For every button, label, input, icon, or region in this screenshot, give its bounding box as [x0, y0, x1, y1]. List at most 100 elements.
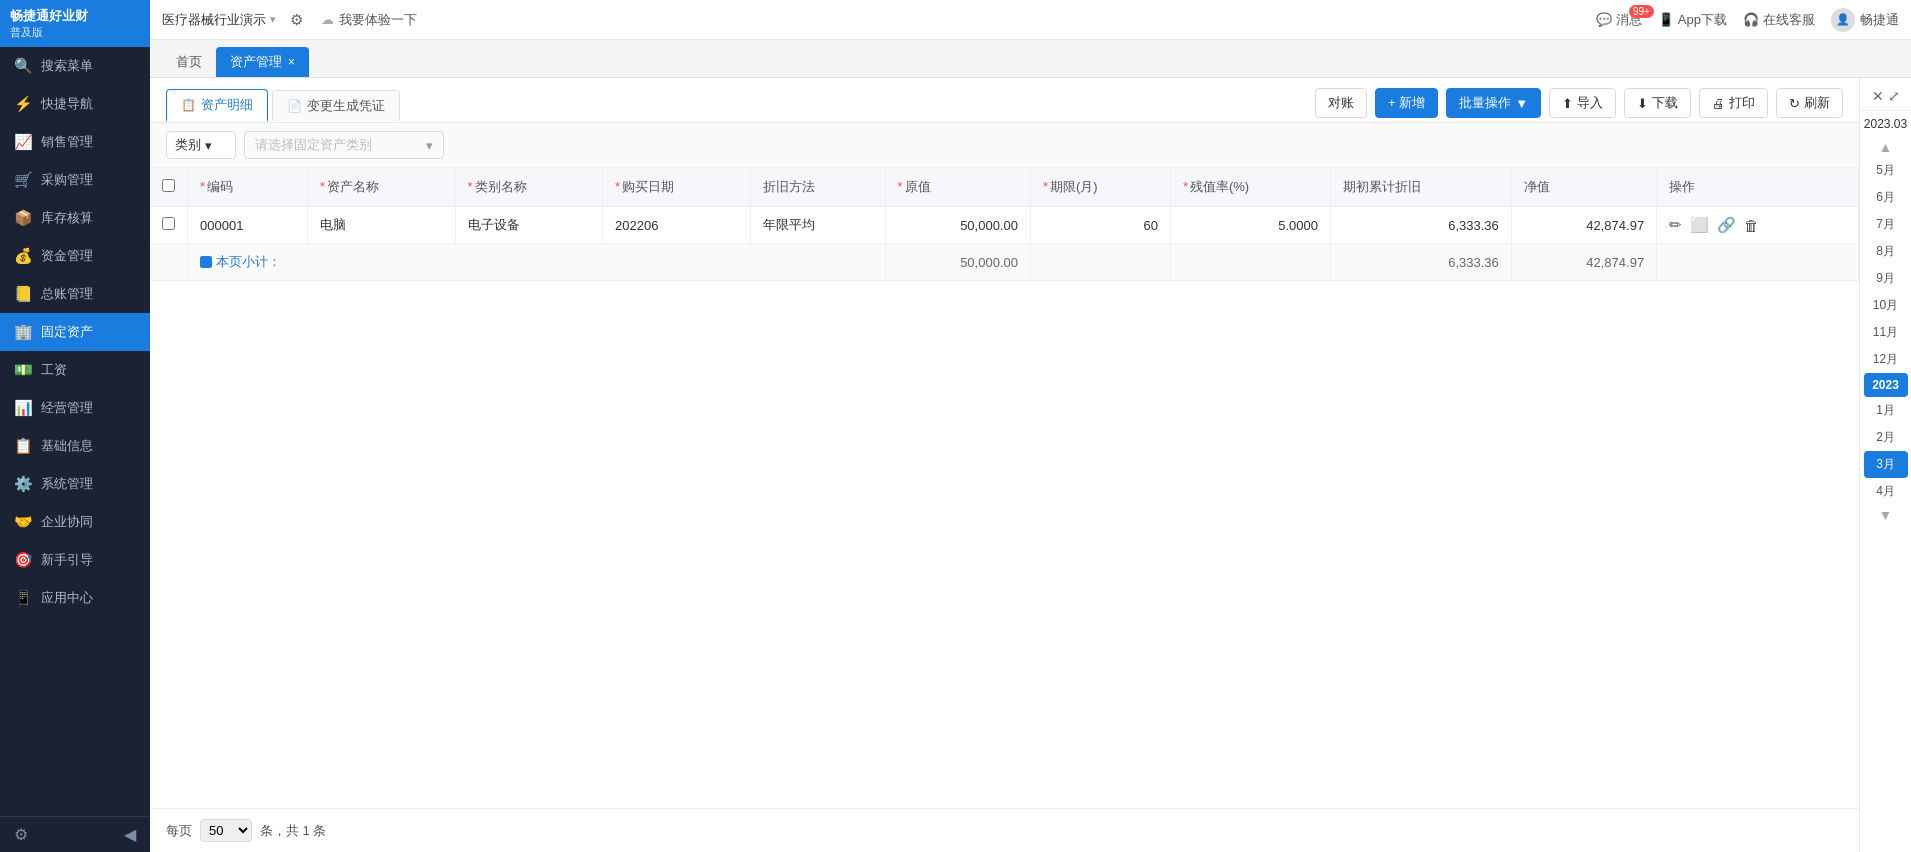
header-depreciation-method: 折旧方法: [750, 168, 885, 207]
month-nav-down-icon[interactable]: ▼: [1877, 505, 1895, 525]
app-download-btn[interactable]: 📱 App下载: [1658, 11, 1727, 29]
row-category: 电子设备: [455, 207, 603, 244]
month-nav-up-icon[interactable]: ▲: [1877, 137, 1895, 157]
sub-tab-change-voucher[interactable]: 📄 变更生成凭证: [272, 90, 400, 121]
header-net-value: 净值: [1511, 168, 1656, 207]
month-item-6[interactable]: 6月: [1864, 184, 1908, 211]
avatar: 👤: [1831, 8, 1855, 32]
sidebar-item-finance[interactable]: 💰 资金管理: [0, 237, 150, 275]
fixed-icon: 🏢: [14, 323, 33, 341]
right-panel-year: 2023.03: [1860, 111, 1911, 137]
quicknav-icon: ⚡: [14, 95, 33, 113]
messages-btn[interactable]: 💬 消息 99+: [1596, 11, 1642, 29]
sidebar-item-payroll[interactable]: 💵 工资: [0, 351, 150, 389]
user-menu[interactable]: 👤 畅捷通: [1831, 8, 1899, 32]
right-panel: ✕ ⤢ 2023.03 ▲ 5月 6月 7月 8月 9月 10月 11月 12月…: [1859, 78, 1911, 852]
row-residual-rate: 5.0000: [1170, 207, 1330, 244]
sidebar-item-fixed[interactable]: 🏢 固定资产: [0, 313, 150, 351]
row-checkbox[interactable]: [162, 217, 175, 230]
asset-detail-icon: 📋: [181, 98, 196, 112]
batch-chevron-icon: ▼: [1515, 96, 1528, 111]
finance-icon: 💰: [14, 247, 33, 265]
sidebar-item-operations[interactable]: 📊 经营管理: [0, 389, 150, 427]
month-item-7[interactable]: 7月: [1864, 211, 1908, 238]
username: 畅捷通: [1860, 11, 1899, 29]
online-service-btn[interactable]: 🎧 在线客服: [1743, 11, 1815, 29]
month-item-12[interactable]: 12月: [1864, 346, 1908, 373]
delete-icon[interactable]: 🗑: [1744, 217, 1759, 234]
tab-home[interactable]: 首页: [162, 47, 216, 77]
topbar-right: 💬 消息 99+ 📱 App下载 🎧 在线客服 👤 畅捷通: [1596, 8, 1899, 32]
sidebar-item-search[interactable]: 🔍 搜索菜单: [0, 47, 150, 85]
month-item-1[interactable]: 1月: [1864, 397, 1908, 424]
row-purchase-date: 202206: [603, 207, 751, 244]
link-icon[interactable]: 🔗: [1717, 216, 1736, 234]
print-btn[interactable]: 🖨 打印: [1699, 88, 1768, 118]
app-name: 畅捷通好业财: [10, 8, 140, 25]
month-item-4[interactable]: 4月: [1864, 478, 1908, 505]
row-net-value: 42,874.97: [1511, 207, 1656, 244]
company-selector[interactable]: 医疗器械行业演示 ▾: [162, 11, 276, 29]
month-item-10[interactable]: 10月: [1864, 292, 1908, 319]
header-checkbox[interactable]: [150, 168, 188, 207]
sidebar-item-inventory[interactable]: 📦 库存核算: [0, 199, 150, 237]
settings-icon[interactable]: ⚙: [14, 825, 28, 844]
page-total: 条，共 1 条: [260, 822, 326, 840]
page-size-select[interactable]: 50 100 200: [200, 819, 252, 842]
sidebar-item-ledger[interactable]: 📒 总账管理: [0, 275, 150, 313]
sidebar-label-enterprise: 企业协同: [41, 513, 93, 531]
month-item-5[interactable]: 5月: [1864, 157, 1908, 184]
input-chevron-icon: ▾: [426, 138, 433, 153]
import-btn[interactable]: ⬆ 导入: [1549, 88, 1616, 118]
enterprise-icon: 🤝: [14, 513, 33, 531]
change-voucher-icon: 📄: [287, 99, 302, 113]
row-checkbox-cell[interactable]: [150, 207, 188, 244]
edit-icon[interactable]: ✏: [1669, 216, 1682, 234]
sidebar-item-system[interactable]: ⚙️ 系统管理: [0, 465, 150, 503]
close-tab-icon[interactable]: ×: [288, 55, 295, 69]
page-content: 📋 资产明细 📄 变更生成凭证 对账 + 新增 批量操作 ▼ ⬆: [150, 78, 1911, 852]
sub-tab-asset-detail[interactable]: 📋 资产明细: [166, 89, 268, 122]
new-btn[interactable]: + 新增: [1375, 88, 1438, 118]
collapse-icon[interactable]: ◀: [124, 825, 136, 844]
header-name: *资产名称: [308, 168, 456, 207]
month-item-2[interactable]: 2月: [1864, 424, 1908, 451]
tab-asset-management[interactable]: 资产管理 ×: [216, 47, 309, 77]
sidebar-item-sales[interactable]: 📈 销售管理: [0, 123, 150, 161]
category-input[interactable]: 请选择固定资产类别 ▾: [244, 131, 444, 159]
company-name: 医疗器械行业演示: [162, 11, 266, 29]
operations-icon: 📊: [14, 399, 33, 417]
month-item-3[interactable]: 3月: [1864, 451, 1908, 478]
copy-icon[interactable]: ⬜: [1690, 216, 1709, 234]
row-period: 60: [1030, 207, 1170, 244]
experience-btn[interactable]: ☁ 我要体验一下: [321, 11, 417, 29]
sidebar-item-appcenter[interactable]: 📱 应用中心: [0, 579, 150, 617]
sidebar-label-payroll: 工资: [41, 361, 67, 379]
subtotal-label-cell: 本页小计：: [188, 244, 886, 281]
batch-btn[interactable]: 批量操作 ▼: [1446, 88, 1541, 118]
right-panel-expand-icon[interactable]: ⤢: [1888, 88, 1900, 104]
month-item-8[interactable]: 8月: [1864, 238, 1908, 265]
month-item-9[interactable]: 9月: [1864, 265, 1908, 292]
account-btn[interactable]: 对账: [1315, 88, 1367, 118]
pagination: 每页 50 100 200 条，共 1 条: [150, 808, 1859, 852]
sidebar-item-enterprise[interactable]: 🤝 企业协同: [0, 503, 150, 541]
purchase-icon: 🛒: [14, 171, 33, 189]
month-item-11[interactable]: 11月: [1864, 319, 1908, 346]
right-panel-close-icon[interactable]: ✕: [1872, 88, 1884, 104]
subtotal-net-value: 42,874.97: [1511, 244, 1656, 281]
category-filter[interactable]: 类别 ▾: [166, 131, 236, 159]
company-chevron-icon: ▾: [270, 13, 276, 26]
filter-chevron-icon: ▾: [205, 138, 212, 153]
gear-icon[interactable]: ⚙: [290, 11, 303, 29]
refresh-btn[interactable]: ↻ 刷新: [1776, 88, 1843, 118]
sidebar-item-purchase[interactable]: 🛒 采购管理: [0, 161, 150, 199]
sidebar-item-basicinfo[interactable]: 📋 基础信息: [0, 427, 150, 465]
select-all-checkbox[interactable]: [162, 179, 175, 192]
download-icon: ⬇: [1637, 96, 1648, 111]
sidebar-item-guide[interactable]: 🎯 新手引导: [0, 541, 150, 579]
download-btn[interactable]: ⬇ 下载: [1624, 88, 1691, 118]
category-placeholder: 请选择固定资产类别: [255, 136, 372, 154]
sidebar-item-quicknav[interactable]: ⚡ 快捷导航: [0, 85, 150, 123]
page-main: 📋 资产明细 📄 变更生成凭证 对账 + 新增 批量操作 ▼ ⬆: [150, 78, 1859, 852]
